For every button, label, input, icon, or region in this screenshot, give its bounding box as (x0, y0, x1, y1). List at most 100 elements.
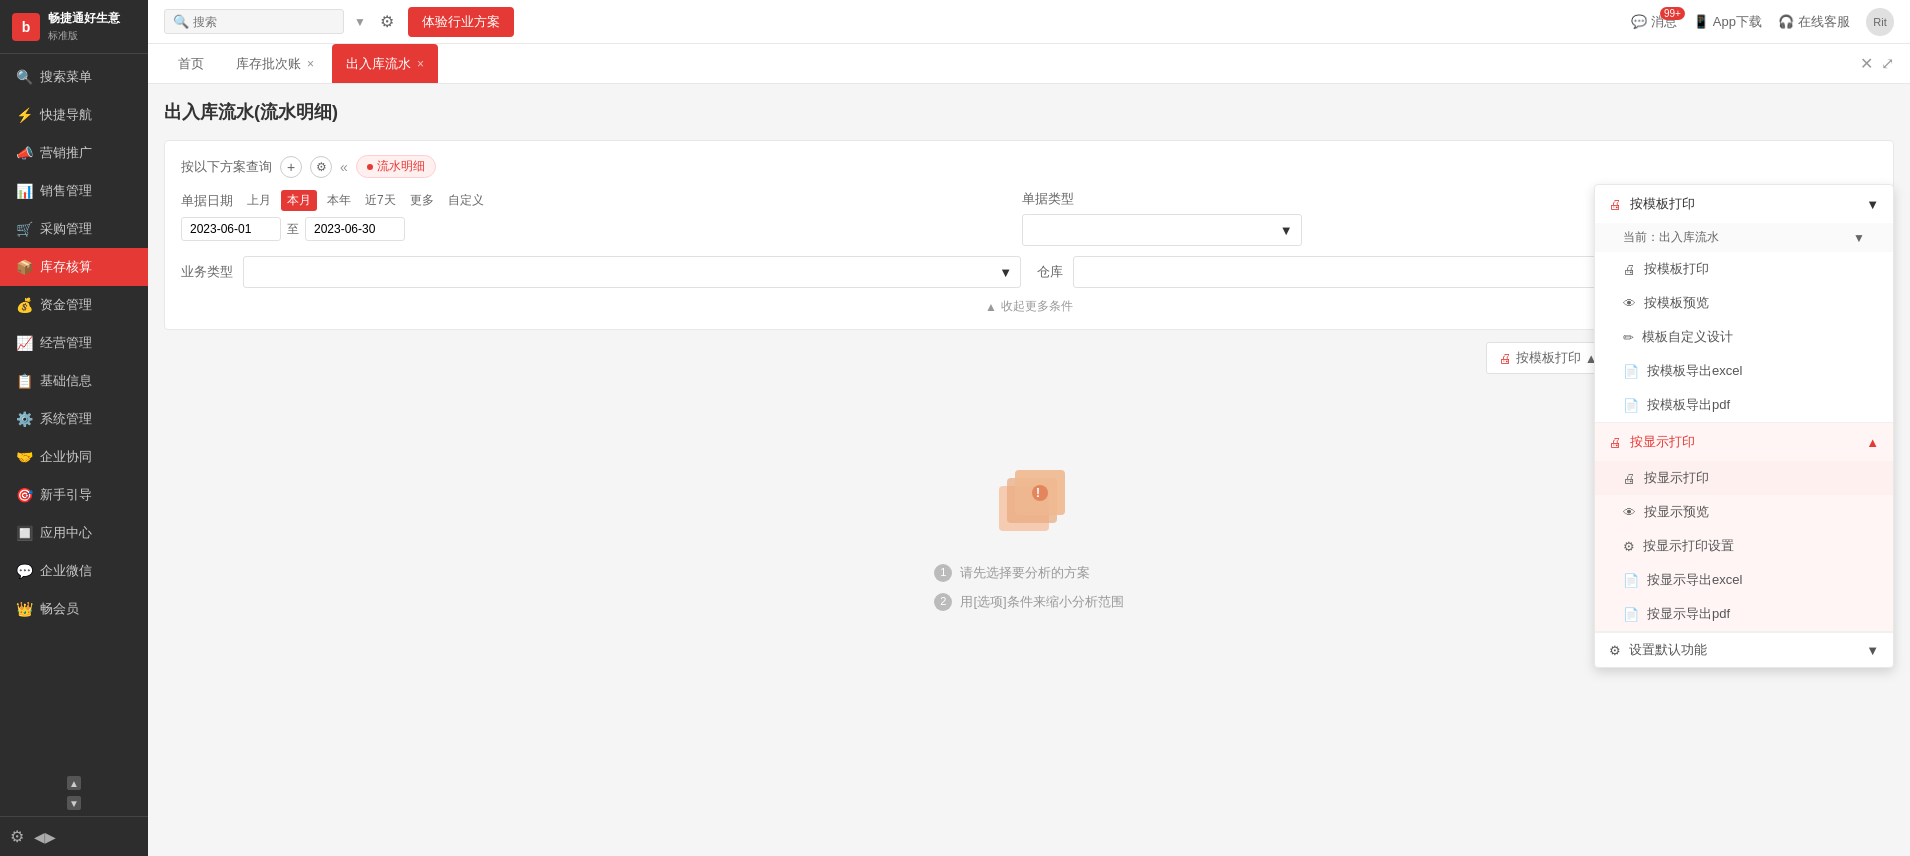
notice-icon: 💬 (1631, 14, 1647, 29)
template-section-header[interactable]: 🖨 按模板打印 ▼ (1595, 185, 1893, 223)
template-custom-item[interactable]: ✏ 模板自定义设计 (1595, 320, 1893, 354)
template-custom-icon: ✏ (1623, 330, 1634, 345)
header-search-input[interactable] (193, 15, 323, 29)
top-header: 🔍 ▼ ⚙ 体验行业方案 💬 消息 99+ 📱 App下载 🎧 在线客服 Rit (148, 0, 1910, 44)
filter-config-btn[interactable]: ⚙ (310, 156, 332, 178)
tab-home[interactable]: 首页 (164, 44, 218, 83)
template-section-arrow[interactable]: ▼ (1866, 197, 1879, 212)
tab-close-all-btn[interactable]: ✕ (1860, 54, 1873, 73)
display-section-header[interactable]: 🖨 按显示打印 ▲ (1595, 423, 1893, 461)
filter-header: 按以下方案查询 + ⚙ « 流水明细 (181, 155, 1877, 178)
collapse-icon[interactable]: ◀▶ (34, 829, 56, 845)
tab-batch-close[interactable]: × (307, 57, 314, 71)
sidebar-scroll-up[interactable]: ▲ (67, 776, 81, 790)
trial-btn[interactable]: 体验行业方案 (408, 7, 514, 37)
tab-batch[interactable]: 库存批次账 × (222, 44, 328, 83)
shortcut-current-month[interactable]: 本月 (281, 190, 317, 211)
sidebar-item-member[interactable]: 👑畅会员 (0, 590, 148, 628)
display-preview-icon: 👁 (1623, 505, 1636, 520)
display-pdf-item[interactable]: 📄 按显示导出pdf (1595, 597, 1893, 631)
nav-label-system: 系统管理 (40, 410, 92, 428)
sidebar-item-finance[interactable]: 💰资金管理 (0, 286, 148, 324)
empty-step-1: 1 请先选择要分析的方案 (934, 561, 1123, 584)
shortcut-prev-month[interactable]: 上月 (243, 190, 275, 211)
settings-footer-arrow[interactable]: ▼ (1866, 643, 1879, 658)
settings-icon[interactable]: ⚙ (10, 827, 24, 846)
filter-add-btn[interactable]: + (280, 156, 302, 178)
sidebar-item-system[interactable]: ⚙️系统管理 (0, 400, 148, 438)
template-print-item[interactable]: 🖨 按模板打印 (1595, 252, 1893, 286)
svg-text:!: ! (1036, 486, 1040, 500)
sidebar-item-marketing[interactable]: 📣营销推广 (0, 134, 148, 172)
nav-label-apps: 应用中心 (40, 524, 92, 542)
display-excel-item[interactable]: 📄 按显示导出excel (1595, 563, 1893, 597)
header-settings-icon[interactable]: ⚙ (376, 8, 398, 35)
shortcut-custom[interactable]: 自定义 (444, 190, 488, 211)
shortcut-7days[interactable]: 近7天 (361, 190, 400, 211)
sidebar-item-purchase[interactable]: 🛒采购管理 (0, 210, 148, 248)
sidebar-item-basic[interactable]: 📋基础信息 (0, 362, 148, 400)
nav-label-member: 畅会员 (40, 600, 79, 618)
type-select[interactable]: ▼ (1022, 214, 1302, 246)
sidebar-item-wechat[interactable]: 💬 企业微信 (0, 552, 148, 590)
dropdown-settings-footer[interactable]: ⚙ 设置默认功能 ▼ (1595, 632, 1893, 667)
empty-icon: ! (989, 466, 1069, 549)
display-print-icon: 🖨 (1623, 471, 1636, 486)
template-preview-item[interactable]: 👁 按模板预览 (1595, 286, 1893, 320)
nav-icon-operations: 📈 (16, 335, 32, 351)
date-from-input[interactable] (181, 217, 281, 241)
sidebar-item-inventory[interactable]: 📦库存核算 (0, 248, 148, 286)
sidebar-item-sales[interactable]: 📊销售管理 (0, 172, 148, 210)
nav-icon-wechat: 💬 (16, 563, 32, 579)
app-name: 畅捷通好生意 (48, 10, 120, 27)
type-select-arrow: ▼ (1280, 223, 1293, 238)
sidebar-item-apps[interactable]: 🔲应用中心 (0, 514, 148, 552)
business-select[interactable]: ▼ (243, 256, 1021, 288)
notice-btn[interactable]: 💬 消息 99+ (1631, 13, 1677, 31)
template-header-icon: 🖨 (1609, 197, 1622, 212)
tab-maximize-btn[interactable]: ⤢ (1881, 54, 1894, 73)
sidebar-scroll-down[interactable]: ▼ (67, 796, 81, 810)
online-service-btn[interactable]: 🎧 在线客服 (1778, 13, 1850, 31)
user-avatar[interactable]: Rit (1866, 8, 1894, 36)
shortcut-more[interactable]: 更多 (406, 190, 438, 211)
header-expand-btn[interactable]: ▼ (354, 15, 366, 29)
nav-label-shortcuts: 快捷导航 (40, 106, 92, 124)
filter-collapse-icon[interactable]: « (340, 159, 348, 175)
sidebar-item-guide[interactable]: 🎯新手引导 (0, 476, 148, 514)
display-section-arrow[interactable]: ▲ (1866, 435, 1879, 450)
filter-tag: 流水明细 (356, 155, 436, 178)
sidebar-item-shortcuts[interactable]: ⚡ 快捷导航 (0, 96, 148, 134)
app-download-btn[interactable]: 📱 App下载 (1693, 13, 1762, 31)
tab-flow[interactable]: 出入库流水 × (332, 44, 438, 83)
page-title: 出入库流水(流水明细) (164, 100, 1894, 124)
template-current-arrow[interactable]: ▼ (1853, 231, 1865, 245)
nav-label-purchase: 采购管理 (40, 220, 92, 238)
user-name: Rit (1873, 16, 1886, 28)
template-print-icon: 🖨 (1623, 262, 1636, 277)
template-pdf-item[interactable]: 📄 按模板导出pdf (1595, 388, 1893, 422)
search-icon: 🔍 (173, 14, 189, 29)
nav-label-basic: 基础信息 (40, 372, 92, 390)
tab-bar: 首页 库存批次账 × 出入库流水 × ✕ ⤢ (148, 44, 1910, 84)
shortcut-current-year[interactable]: 本年 (323, 190, 355, 211)
template-section: 🖨 按模板打印 ▼ 当前：出入库流水 ▼ 🖨 按模板打印 👁 按模板预览 (1595, 185, 1893, 423)
filter-business-group: 业务类型 ▼ (181, 256, 1021, 288)
print-template-btn[interactable]: 🖨 按模板打印 ▲ (1486, 342, 1611, 374)
sidebar-nav: 🔍搜索菜单 ⚡ 快捷导航 📣营销推广📊销售管理🛒采购管理📦库存核算💰资金管理📈经营管理… (0, 54, 148, 770)
collapse-btn[interactable]: ▲ 收起更多条件 (985, 298, 1073, 315)
template-excel-item[interactable]: 📄 按模板导出excel (1595, 354, 1893, 388)
sidebar-item-search[interactable]: 🔍搜索菜单 (0, 58, 148, 96)
tab-flow-close[interactable]: × (417, 57, 424, 71)
nav-label-wechat: 企业微信 (40, 562, 92, 580)
display-preview-item[interactable]: 👁 按显示预览 (1595, 495, 1893, 529)
header-search-box[interactable]: 🔍 (164, 9, 344, 34)
logo-icon: b (12, 13, 40, 41)
sidebar-item-cooperation[interactable]: 🤝企业协同 (0, 438, 148, 476)
display-print-item[interactable]: 🖨 按显示打印 (1595, 461, 1893, 495)
empty-step-2: 2 用[选项]条件来缩小分析范围 (934, 590, 1123, 613)
date-to-input[interactable] (305, 217, 405, 241)
nav-icon-shortcuts: ⚡ (16, 107, 32, 123)
sidebar-item-operations[interactable]: 📈经营管理 (0, 324, 148, 362)
display-print-settings-item[interactable]: ⚙ 按显示打印设置 (1595, 529, 1893, 563)
